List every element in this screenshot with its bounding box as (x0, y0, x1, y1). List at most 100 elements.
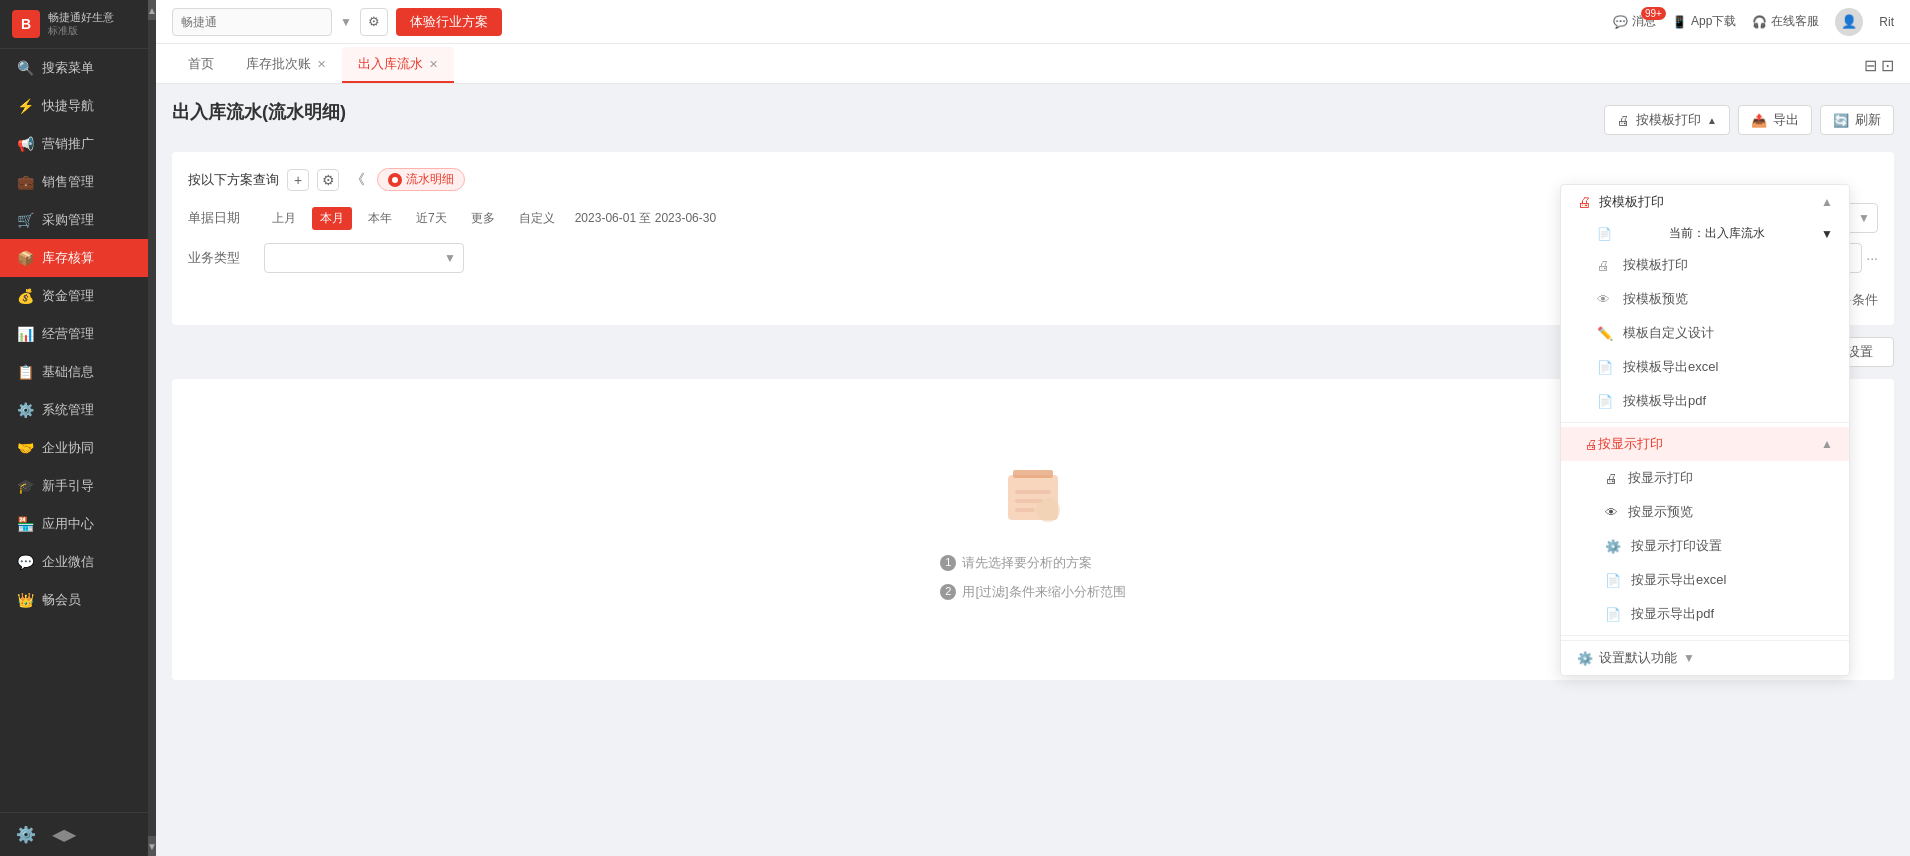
template-preview-label: 按模板预览 (1623, 290, 1688, 308)
empty-tips: 1 请先选择要分析的方案 2 用[过滤]条件来缩小分析范围 (940, 551, 1125, 604)
tab-inout-close[interactable]: ✕ (429, 58, 438, 71)
purchase-icon: 🛒 (16, 211, 34, 229)
svg-point-6 (1036, 498, 1060, 522)
sidebar-item-appstore[interactable]: 🏪 应用中心 (0, 505, 148, 543)
tab-minimize-icon[interactable]: ⊟ (1864, 56, 1877, 75)
sidebar-logo: B 畅捷通好生意 标准版 (0, 0, 148, 49)
filter-business-select[interactable] (264, 243, 464, 273)
filter-flow-tag-label: 流水明细 (406, 171, 454, 188)
tab-home-label: 首页 (188, 55, 214, 73)
topbar: ▼ ⚙ 体验行业方案 💬 消息 99+ 📱 App下载 🎧 在线客服 👤 Rit (156, 0, 1910, 44)
avatar[interactable]: 👤 (1835, 8, 1863, 36)
display-pdf-item[interactable]: 📄 按显示导出pdf (1561, 597, 1849, 631)
filter-date-custom[interactable]: 自定义 (511, 207, 563, 230)
template-print-item-label: 按模板打印 (1623, 256, 1688, 274)
display-print-section-icon: 🖨 (1585, 437, 1598, 452)
sidebar-item-finance[interactable]: 💰 资金管理 (0, 277, 148, 315)
sidebar-label-inventory: 库存核算 (42, 249, 94, 267)
filter-warehouse-more[interactable]: ··· (1866, 250, 1878, 266)
sidebar-label-purchase: 采购管理 (42, 211, 94, 229)
sidebar-bottom: ⚙️ ◀▶ (0, 812, 148, 856)
dropdown-divider (1561, 422, 1849, 423)
dropdown-footer[interactable]: ⚙️ 设置默认功能 ▼ (1561, 640, 1849, 675)
message-icon: 💬 (1613, 15, 1628, 29)
vip-icon: 👑 (16, 591, 34, 609)
sidebar-item-system[interactable]: ⚙️ 系统管理 (0, 391, 148, 429)
display-section-arrow: ▲ (1821, 437, 1833, 451)
export-btn[interactable]: 📤 导出 (1738, 105, 1812, 135)
topbar-search-dropdown-icon[interactable]: ▼ (340, 15, 352, 29)
sidebar-item-basic[interactable]: 📋 基础信息 (0, 353, 148, 391)
username-label[interactable]: Rit (1879, 15, 1894, 29)
filter-date-7days[interactable]: 近7天 (408, 207, 455, 230)
sidebar-item-guide[interactable]: 🎓 新手引导 (0, 467, 148, 505)
sidebar-item-inventory[interactable]: 📦 库存核算 (0, 239, 148, 277)
settings-bottom-icon[interactable]: ⚙️ (16, 825, 36, 844)
trial-btn[interactable]: 体验行业方案 (396, 8, 502, 36)
display-print-icon: 🖨 (1605, 471, 1618, 486)
template-print-section-header[interactable]: 🖨 按模板打印 ▲ (1561, 185, 1849, 219)
refresh-btn[interactable]: 🔄 刷新 (1820, 105, 1894, 135)
filter-date-more[interactable]: 更多 (463, 207, 503, 230)
display-preview-icon: 👁 (1605, 505, 1618, 520)
sidebar-item-sales[interactable]: 💼 销售管理 (0, 163, 148, 201)
sidebar-item-marketing[interactable]: 📢 营销推广 (0, 125, 148, 163)
display-excel-item[interactable]: 📄 按显示导出excel (1561, 563, 1849, 597)
sidebar-item-purchase[interactable]: 🛒 采购管理 (0, 201, 148, 239)
print-dropdown-arrow[interactable]: ▲ (1707, 115, 1717, 126)
filter-date-this-month[interactable]: 本月 (312, 207, 352, 230)
filter-business-label: 业务类型 (188, 249, 248, 267)
template-preview-item[interactable]: 👁 按模板预览 (1561, 282, 1849, 316)
filter-tag-icon (388, 173, 402, 187)
search-icon: 🔍 (16, 59, 34, 77)
display-preview-item[interactable]: 👁 按显示预览 (1561, 495, 1849, 529)
template-excel-item[interactable]: 📄 按模板导出excel (1561, 350, 1849, 384)
topbar-search-input[interactable] (172, 8, 332, 36)
display-setting-item[interactable]: ⚙️ 按显示打印设置 (1561, 529, 1849, 563)
sidebar-item-quick-nav[interactable]: ⚡ 快捷导航 (0, 87, 148, 125)
display-print-section-header[interactable]: 🖨 按显示打印 ▲ (1561, 427, 1849, 461)
topbar-gear-btn[interactable]: ⚙ (360, 8, 388, 36)
filter-date-last-month[interactable]: 上月 (264, 207, 304, 230)
sidebar-item-corp[interactable]: 🤝 企业协同 (0, 429, 148, 467)
template-print-item[interactable]: 🖨 按模板打印 (1561, 248, 1849, 282)
tab-home[interactable]: 首页 (172, 47, 230, 83)
tab-batch[interactable]: 库存批次账 ✕ (230, 47, 342, 83)
sidebar-label-quick-nav: 快捷导航 (42, 97, 94, 115)
marketing-icon: 📢 (16, 135, 34, 153)
filter-flow-tag[interactable]: 流水明细 (377, 168, 465, 191)
collapse-sidebar-icon[interactable]: ◀▶ (52, 825, 76, 844)
scroll-down-btn[interactable]: ▼ (148, 836, 156, 856)
sidebar-label-guide: 新手引导 (42, 477, 94, 495)
sidebar-item-wechat[interactable]: 💬 企业微信 (0, 543, 148, 581)
dropdown-preview-icon: 👁 (1597, 292, 1613, 307)
print-template-btn[interactable]: 🖨 按模板打印 ▲ (1604, 105, 1730, 135)
tab-inout[interactable]: 出入库流水 ✕ (342, 47, 454, 83)
footer-icon: ⚙️ (1577, 651, 1593, 666)
template-pdf-item[interactable]: 📄 按模板导出pdf (1561, 384, 1849, 418)
sidebar-label-basic: 基础信息 (42, 363, 94, 381)
default-func-btn[interactable]: ⚙️ 设置默认功能 ▼ (1577, 649, 1695, 667)
print-icon: 🖨 (1617, 113, 1630, 128)
service-icon: 🎧 (1752, 15, 1767, 29)
filter-add-btn[interactable]: + (287, 169, 309, 191)
sidebar-item-vip[interactable]: 👑 畅会员 (0, 581, 148, 619)
template-design-item[interactable]: ✏️ 模板自定义设计 (1561, 316, 1849, 350)
sales-icon: 💼 (16, 173, 34, 191)
sidebar-item-search[interactable]: 🔍 搜索菜单 (0, 49, 148, 87)
display-print-item[interactable]: 🖨 按显示打印 (1561, 461, 1849, 495)
tab-bar: 首页 库存批次账 ✕ 出入库流水 ✕ ⊟ ⊡ (156, 44, 1910, 84)
default-func-label: 设置默认功能 (1599, 649, 1677, 667)
display-print-section-label: 按显示打印 (1598, 435, 1663, 453)
display-pdf-icon: 📄 (1605, 607, 1621, 622)
message-btn[interactable]: 💬 消息 99+ (1613, 13, 1656, 30)
tab-batch-close[interactable]: ✕ (317, 58, 326, 71)
app-download-btn[interactable]: 📱 App下载 (1672, 13, 1736, 30)
online-service-btn[interactable]: 🎧 在线客服 (1752, 13, 1819, 30)
tab-expand-icon[interactable]: ⊡ (1881, 56, 1894, 75)
filter-setting-btn[interactable]: ⚙ (317, 169, 339, 191)
scroll-up-btn[interactable]: ▲ (148, 0, 156, 20)
filter-date-this-year[interactable]: 本年 (360, 207, 400, 230)
sidebar-item-operations[interactable]: 📊 经营管理 (0, 315, 148, 353)
filter-collapse-btn[interactable]: 《 (347, 169, 369, 191)
